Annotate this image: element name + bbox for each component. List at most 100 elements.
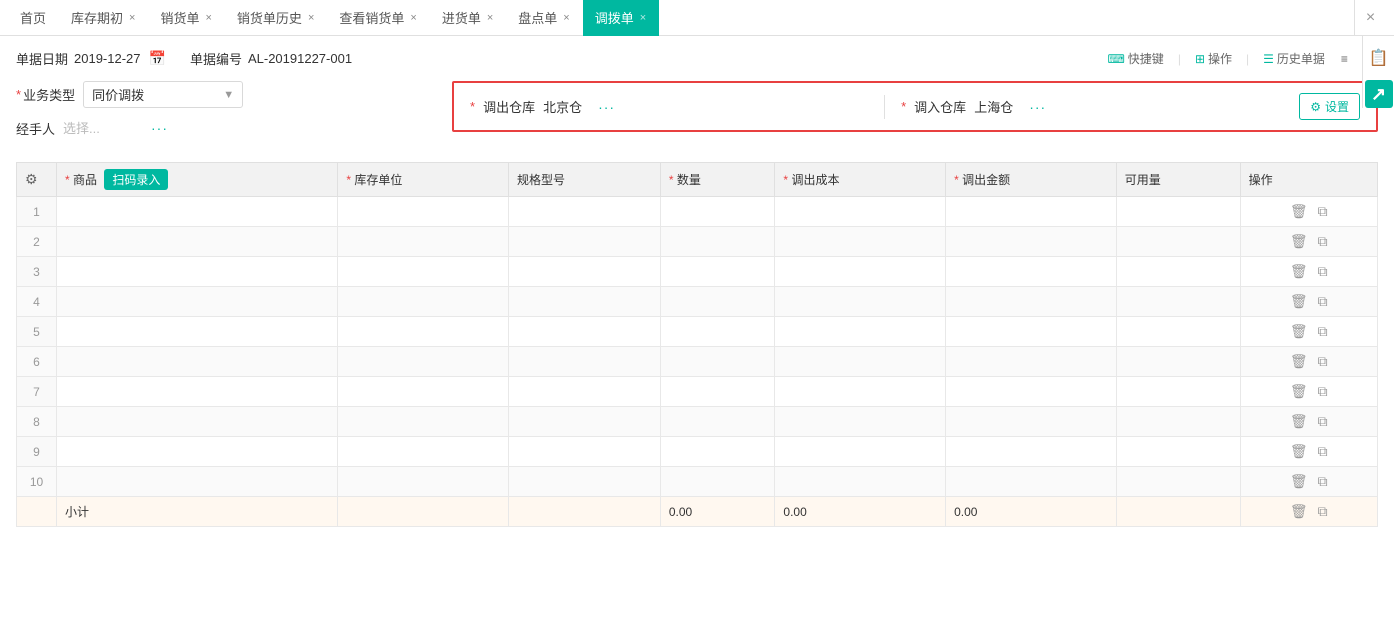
tab-transfer-order-close[interactable]: × — [640, 12, 646, 24]
amount-cell[interactable] — [946, 227, 1117, 257]
cost-cell[interactable] — [775, 347, 946, 377]
warehouse-out-more-icon[interactable]: ··· — [598, 99, 615, 115]
settings-button[interactable]: ⚙ 设置 — [1299, 93, 1360, 120]
copy-icon[interactable]: ⧉ — [1316, 201, 1330, 222]
spec-cell[interactable] — [508, 377, 660, 407]
qty-cell[interactable] — [660, 197, 775, 227]
delete-icon[interactable]: 🗑 — [1288, 441, 1310, 462]
amount-cell[interactable] — [946, 467, 1117, 497]
copy-icon[interactable]: ⧉ — [1316, 441, 1330, 462]
product-cell[interactable] — [57, 197, 338, 227]
spec-cell[interactable] — [508, 467, 660, 497]
qty-cell[interactable] — [660, 407, 775, 437]
delete-icon[interactable]: 🗑 — [1288, 411, 1310, 432]
delete-icon[interactable]: 🗑 — [1288, 501, 1310, 522]
cost-cell[interactable] — [775, 227, 946, 257]
layout-button[interactable]: ≡ — [1337, 50, 1352, 68]
copy-icon[interactable]: ⧉ — [1316, 321, 1330, 342]
cost-cell[interactable] — [775, 197, 946, 227]
qty-cell[interactable] — [660, 227, 775, 257]
qty-cell[interactable] — [660, 287, 775, 317]
copy-icon[interactable]: ⧉ — [1316, 381, 1330, 402]
cost-cell[interactable] — [775, 257, 946, 287]
delete-icon[interactable]: 🗑 — [1288, 321, 1310, 342]
tab-transfer-order[interactable]: 调拨单 × — [583, 0, 659, 36]
copy-icon[interactable]: ⧉ — [1316, 471, 1330, 492]
amount-cell[interactable] — [946, 287, 1117, 317]
cost-cell[interactable] — [775, 467, 946, 497]
unit-cell[interactable] — [338, 197, 509, 227]
delete-icon[interactable]: 🗑 — [1288, 351, 1310, 372]
product-cell[interactable] — [57, 347, 338, 377]
qty-cell[interactable] — [660, 377, 775, 407]
unit-cell[interactable] — [338, 407, 509, 437]
spec-cell[interactable] — [508, 287, 660, 317]
cost-cell[interactable] — [775, 377, 946, 407]
delete-icon[interactable]: 🗑 — [1288, 261, 1310, 282]
operation-button[interactable]: ⊞ 操作 — [1191, 48, 1236, 69]
th-settings[interactable]: ⚙ — [17, 163, 57, 197]
tab-view-sales-close[interactable]: × — [410, 12, 416, 24]
history-button[interactable]: ☰ 历史单据 — [1259, 48, 1329, 69]
window-close-button[interactable]: × — [1354, 0, 1386, 36]
unit-cell[interactable] — [338, 227, 509, 257]
tab-inventory-check[interactable]: 盘点单 × — [506, 0, 582, 36]
biz-type-select[interactable]: 同价调拨 ▼ — [83, 81, 243, 108]
product-cell[interactable] — [57, 407, 338, 437]
qty-cell[interactable] — [660, 317, 775, 347]
spec-cell[interactable] — [508, 257, 660, 287]
handler-input[interactable]: 选择... — [63, 118, 143, 138]
tab-sales-history[interactable]: 销货单历史 × — [225, 0, 327, 36]
shortcut-button[interactable]: ⌨ 快捷键 — [1103, 48, 1167, 69]
sidebar-export-icon[interactable]: ↗ — [1365, 80, 1393, 108]
amount-cell[interactable] — [946, 317, 1117, 347]
product-cell[interactable] — [57, 227, 338, 257]
product-cell[interactable] — [57, 287, 338, 317]
tab-home[interactable]: 首页 — [8, 0, 59, 36]
amount-cell[interactable] — [946, 377, 1117, 407]
unit-cell[interactable] — [338, 287, 509, 317]
cost-cell[interactable] — [775, 407, 946, 437]
amount-cell[interactable] — [946, 437, 1117, 467]
tab-inventory-init[interactable]: 库存期初 × — [59, 0, 148, 36]
amount-cell[interactable] — [946, 407, 1117, 437]
spec-cell[interactable] — [508, 437, 660, 467]
spec-cell[interactable] — [508, 407, 660, 437]
copy-icon[interactable]: ⧉ — [1316, 291, 1330, 312]
tab-sales-order[interactable]: 销货单 × — [148, 0, 224, 36]
delete-icon[interactable]: 🗑 — [1288, 231, 1310, 252]
handler-more-icon[interactable]: ··· — [151, 120, 168, 136]
warehouse-out-value[interactable]: 北京仓 — [543, 97, 582, 116]
copy-icon[interactable]: ⧉ — [1316, 411, 1330, 432]
tab-inventory-check-close[interactable]: × — [563, 12, 569, 24]
unit-cell[interactable] — [338, 467, 509, 497]
tab-sales-order-close[interactable]: × — [205, 12, 211, 24]
copy-icon[interactable]: ⧉ — [1316, 261, 1330, 282]
tab-purchase-order[interactable]: 进货单 × — [430, 0, 506, 36]
delete-icon[interactable]: 🗑 — [1288, 381, 1310, 402]
delete-icon[interactable]: 🗑 — [1288, 201, 1310, 222]
sidebar-note-icon[interactable]: 📋 — [1365, 44, 1393, 72]
product-cell[interactable] — [57, 467, 338, 497]
product-cell[interactable] — [57, 377, 338, 407]
product-cell[interactable] — [57, 437, 338, 467]
copy-icon[interactable]: ⧉ — [1316, 501, 1330, 522]
unit-cell[interactable] — [338, 437, 509, 467]
qty-cell[interactable] — [660, 437, 775, 467]
copy-icon[interactable]: ⧉ — [1316, 351, 1330, 372]
table-settings-icon[interactable]: ⚙ — [25, 171, 38, 187]
qty-cell[interactable] — [660, 467, 775, 497]
delete-icon[interactable]: 🗑 — [1288, 471, 1310, 492]
spec-cell[interactable] — [508, 347, 660, 377]
tab-purchase-order-close[interactable]: × — [487, 12, 493, 24]
tab-sales-history-close[interactable]: × — [308, 12, 314, 24]
cost-cell[interactable] — [775, 317, 946, 347]
qty-cell[interactable] — [660, 347, 775, 377]
scan-button[interactable]: 扫码录入 — [104, 169, 168, 190]
amount-cell[interactable] — [946, 197, 1117, 227]
unit-cell[interactable] — [338, 317, 509, 347]
tab-view-sales[interactable]: 查看销货单 × — [327, 0, 429, 36]
unit-cell[interactable] — [338, 377, 509, 407]
spec-cell[interactable] — [508, 227, 660, 257]
spec-cell[interactable] — [508, 317, 660, 347]
